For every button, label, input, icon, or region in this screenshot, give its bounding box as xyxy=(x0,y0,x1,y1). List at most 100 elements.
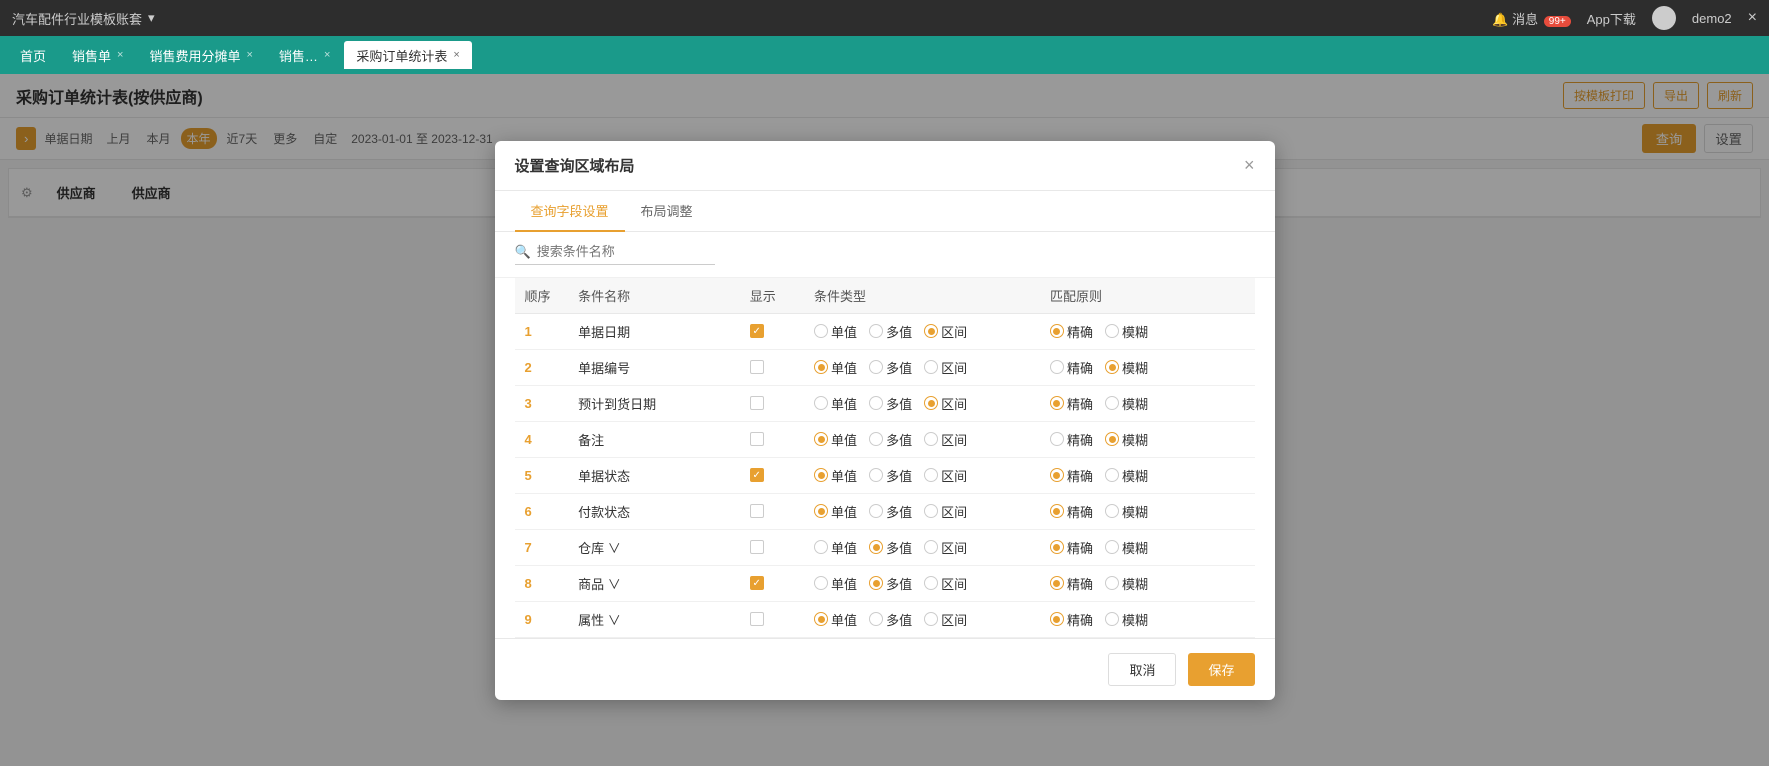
radio-circle[interactable] xyxy=(814,396,828,410)
save-button[interactable]: 保存 xyxy=(1188,653,1254,686)
radio-circle[interactable] xyxy=(869,432,883,446)
dialog-close-button[interactable]: × xyxy=(1244,156,1255,174)
display-cell[interactable] xyxy=(740,421,804,457)
match-cell[interactable]: 精确模糊 xyxy=(1040,313,1255,349)
radio-circle[interactable] xyxy=(869,324,883,338)
match-radio-item[interactable]: 精确 xyxy=(1050,610,1093,629)
match-cell[interactable]: 精确模糊 xyxy=(1040,529,1255,565)
topbar-close-button[interactable]: × xyxy=(1748,9,1757,27)
radio-circle[interactable] xyxy=(869,360,883,374)
type-cell[interactable]: 单值多值区间 xyxy=(804,529,1040,565)
radio-circle[interactable] xyxy=(924,468,938,482)
match-radio-circle[interactable] xyxy=(1050,360,1064,374)
type-radio-item[interactable]: 区间 xyxy=(924,358,967,377)
match-radio-item[interactable]: 模糊 xyxy=(1105,466,1148,485)
radio-circle[interactable] xyxy=(814,504,828,518)
match-radio-circle[interactable] xyxy=(1105,468,1119,482)
match-radio-circle[interactable] xyxy=(1050,540,1064,554)
radio-circle[interactable] xyxy=(869,612,883,626)
match-radio-item[interactable]: 精确 xyxy=(1050,394,1093,413)
radio-circle[interactable] xyxy=(869,396,883,410)
match-radio-item[interactable]: 精确 xyxy=(1050,466,1093,485)
display-checkbox[interactable] xyxy=(750,324,764,338)
match-radio-circle[interactable] xyxy=(1105,576,1119,590)
tab-sales-other-close[interactable]: × xyxy=(324,49,330,61)
notification-icon[interactable]: 🔔 消息 99+ xyxy=(1492,9,1570,28)
match-radio-item[interactable]: 精确 xyxy=(1050,502,1093,521)
match-radio-circle[interactable] xyxy=(1105,396,1119,410)
cancel-button[interactable]: 取消 xyxy=(1108,653,1176,686)
match-cell[interactable]: 精确模糊 xyxy=(1040,565,1255,601)
type-radio-item[interactable]: 多值 xyxy=(869,358,912,377)
radio-circle[interactable] xyxy=(814,468,828,482)
tab-home[interactable]: 首页 xyxy=(8,41,58,69)
display-checkbox[interactable] xyxy=(750,576,764,590)
match-radio-circle[interactable] xyxy=(1105,432,1119,446)
type-radio-item[interactable]: 多值 xyxy=(869,322,912,341)
type-radio-item[interactable]: 多值 xyxy=(869,466,912,485)
radio-circle[interactable] xyxy=(869,504,883,518)
radio-circle[interactable] xyxy=(814,324,828,338)
type-radio-item[interactable]: 单值 xyxy=(814,466,857,485)
type-cell[interactable]: 单值多值区间 xyxy=(804,313,1040,349)
display-cell[interactable] xyxy=(740,493,804,529)
radio-circle[interactable] xyxy=(869,468,883,482)
match-radio-circle[interactable] xyxy=(1050,468,1064,482)
type-cell[interactable]: 单值多值区间 xyxy=(804,457,1040,493)
radio-circle[interactable] xyxy=(814,540,828,554)
display-cell[interactable] xyxy=(740,385,804,421)
tab-purchase-stats[interactable]: 采购订单统计表 × xyxy=(344,41,471,69)
dialog-tab-layout[interactable]: 布局调整 xyxy=(625,191,709,232)
radio-circle[interactable] xyxy=(924,540,938,554)
radio-circle[interactable] xyxy=(869,540,883,554)
type-radio-item[interactable]: 区间 xyxy=(924,538,967,557)
display-checkbox[interactable] xyxy=(750,396,764,410)
app-download[interactable]: App下载 xyxy=(1587,9,1636,28)
display-cell[interactable] xyxy=(740,529,804,565)
match-radio-item[interactable]: 精确 xyxy=(1050,430,1093,449)
radio-circle[interactable] xyxy=(924,504,938,518)
display-cell[interactable] xyxy=(740,457,804,493)
type-cell[interactable]: 单值多值区间 xyxy=(804,349,1040,385)
type-radio-item[interactable]: 区间 xyxy=(924,610,967,629)
type-radio-item[interactable]: 单值 xyxy=(814,322,857,341)
type-radio-item[interactable]: 多值 xyxy=(869,430,912,449)
radio-circle[interactable] xyxy=(924,612,938,626)
match-cell[interactable]: 精确模糊 xyxy=(1040,457,1255,493)
type-radio-item[interactable]: 区间 xyxy=(924,394,967,413)
radio-circle[interactable] xyxy=(924,576,938,590)
tab-sales-expense-close[interactable]: × xyxy=(246,49,252,61)
radio-circle[interactable] xyxy=(814,576,828,590)
type-cell[interactable]: 单值多值区间 xyxy=(804,421,1040,457)
tab-purchase-stats-close[interactable]: × xyxy=(453,49,459,61)
type-radio-item[interactable]: 多值 xyxy=(869,394,912,413)
radio-circle[interactable] xyxy=(924,432,938,446)
match-cell[interactable]: 精确模糊 xyxy=(1040,601,1255,637)
match-radio-circle[interactable] xyxy=(1050,504,1064,518)
type-cell[interactable]: 单值多值区间 xyxy=(804,493,1040,529)
match-cell[interactable]: 精确模糊 xyxy=(1040,421,1255,457)
match-radio-circle[interactable] xyxy=(1050,612,1064,626)
display-cell[interactable] xyxy=(740,349,804,385)
radio-circle[interactable] xyxy=(924,324,938,338)
search-input[interactable] xyxy=(537,244,697,259)
type-radio-item[interactable]: 多值 xyxy=(869,538,912,557)
tab-sales-expense[interactable]: 销售费用分摊单 × xyxy=(137,41,264,69)
radio-circle[interactable] xyxy=(814,432,828,446)
type-radio-item[interactable]: 单值 xyxy=(814,358,857,377)
match-radio-circle[interactable] xyxy=(1105,360,1119,374)
match-radio-item[interactable]: 精确 xyxy=(1050,574,1093,593)
match-cell[interactable]: 精确模糊 xyxy=(1040,349,1255,385)
type-radio-item[interactable]: 区间 xyxy=(924,430,967,449)
type-radio-item[interactable]: 单值 xyxy=(814,574,857,593)
match-radio-item[interactable]: 精确 xyxy=(1050,538,1093,557)
match-radio-item[interactable]: 模糊 xyxy=(1105,358,1148,377)
type-radio-item[interactable]: 单值 xyxy=(814,430,857,449)
match-radio-item[interactable]: 模糊 xyxy=(1105,574,1148,593)
match-radio-circle[interactable] xyxy=(1050,432,1064,446)
radio-circle[interactable] xyxy=(924,396,938,410)
match-radio-circle[interactable] xyxy=(1105,540,1119,554)
type-radio-item[interactable]: 区间 xyxy=(924,466,967,485)
match-radio-circle[interactable] xyxy=(1050,576,1064,590)
type-radio-item[interactable]: 单值 xyxy=(814,394,857,413)
